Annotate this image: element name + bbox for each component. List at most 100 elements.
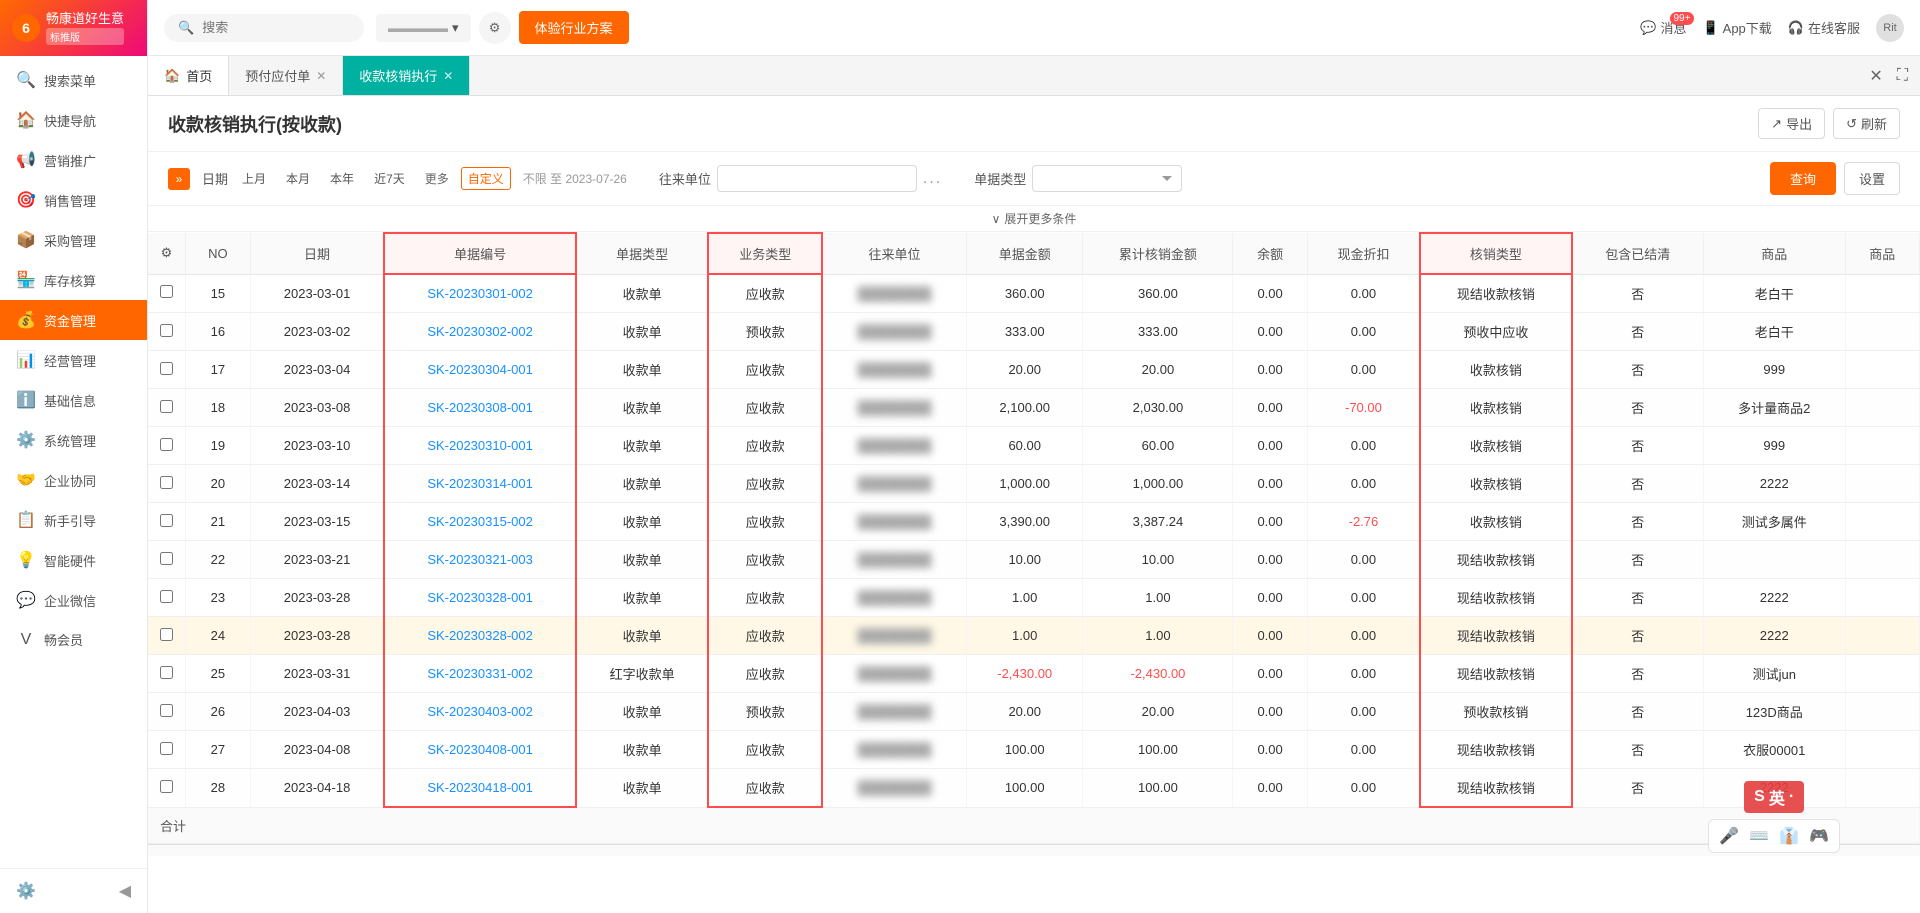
row-checkbox[interactable] xyxy=(160,400,173,413)
cell-checkbox[interactable] xyxy=(148,313,186,351)
doc-no-link[interactable]: SK-20230328-001 xyxy=(427,590,533,605)
export-button[interactable]: ↗ 导出 xyxy=(1758,108,1825,139)
sidebar-item-finance[interactable]: 💰 资金管理 xyxy=(0,300,147,340)
cell-checkbox[interactable] xyxy=(148,274,186,313)
cell-checkbox[interactable] xyxy=(148,503,186,541)
game-icon[interactable]: 🎮 xyxy=(1809,826,1829,846)
doc-no-link[interactable]: SK-20230314-001 xyxy=(427,476,533,491)
doc-no-link[interactable]: SK-20230315-002 xyxy=(427,514,533,529)
doc-no-link[interactable]: SK-20230302-002 xyxy=(427,324,533,339)
industry-btn[interactable]: 体验行业方案 xyxy=(519,11,629,44)
date-custom[interactable]: 自定义 xyxy=(461,167,511,190)
sidebar-item-guide[interactable]: 📋 新手引导 xyxy=(0,500,147,540)
cell-verify-type: 收款核销 xyxy=(1420,465,1571,503)
sidebar-item-sales[interactable]: 🎯 销售管理 xyxy=(0,180,147,220)
filter-settings-button[interactable]: 设置 xyxy=(1844,162,1900,195)
doc-no-link[interactable]: SK-20230321-003 xyxy=(427,552,533,567)
doc-no-link[interactable]: SK-20230308-001 xyxy=(427,400,533,415)
row-checkbox[interactable] xyxy=(160,590,173,603)
sidebar-item-shortcut[interactable]: 🏠 快捷导航 xyxy=(0,100,147,140)
sidebar-item-corp[interactable]: 🤝 企业协同 xyxy=(0,460,147,500)
doc-no-link[interactable]: SK-20230418-001 xyxy=(427,780,533,795)
doc-no-link[interactable]: SK-20230408-001 xyxy=(427,742,533,757)
cell-checkbox[interactable] xyxy=(148,769,186,808)
row-checkbox[interactable] xyxy=(160,780,173,793)
row-checkbox[interactable] xyxy=(160,438,173,451)
doc-no-link[interactable]: SK-20230304-001 xyxy=(427,362,533,377)
cell-date: 2023-03-31 xyxy=(250,655,384,693)
doc-no-link[interactable]: SK-20230403-002 xyxy=(427,704,533,719)
scroll-bar-area[interactable] xyxy=(148,844,1920,856)
sidebar-item-member[interactable]: V 畅会员 xyxy=(0,620,147,659)
row-checkbox[interactable] xyxy=(160,514,173,527)
top-search-input[interactable] xyxy=(202,20,322,35)
date-more[interactable]: 更多 xyxy=(417,167,457,190)
sidebar-item-marketing[interactable]: 📢 营销推广 xyxy=(0,140,147,180)
date-this-month[interactable]: 本月 xyxy=(278,167,318,190)
row-checkbox[interactable] xyxy=(160,704,173,717)
tab-prepay[interactable]: 预付应付单 ✕ xyxy=(229,56,343,95)
collapse-icon[interactable]: ◀ xyxy=(119,881,131,901)
col-header-settings[interactable]: ⚙ xyxy=(148,233,186,274)
keyboard-icon[interactable]: ⌨️ xyxy=(1749,826,1769,846)
row-checkbox[interactable] xyxy=(160,476,173,489)
tab-collection[interactable]: 收款核销执行 ✕ xyxy=(343,56,470,95)
message-btn[interactable]: 💬 消息 99+ xyxy=(1640,18,1686,37)
mic-icon[interactable]: 🎤 xyxy=(1719,826,1739,846)
doc-no-link[interactable]: SK-20230301-002 xyxy=(427,286,533,301)
workspace-dropdown[interactable]: ▬▬▬▬▬ ▾ xyxy=(376,14,471,42)
cell-checkbox[interactable] xyxy=(148,579,186,617)
tab-home[interactable]: 🏠 首页 xyxy=(148,56,229,95)
cell-checkbox[interactable] xyxy=(148,465,186,503)
cell-checkbox[interactable] xyxy=(148,541,186,579)
row-checkbox[interactable] xyxy=(160,285,173,298)
row-checkbox[interactable] xyxy=(160,742,173,755)
doc-no-link[interactable]: SK-20230331-002 xyxy=(427,666,533,681)
cell-doc-no: SK-20230331-002 xyxy=(384,655,576,693)
sidebar-item-operation[interactable]: 📊 经营管理 xyxy=(0,340,147,380)
date-this-year[interactable]: 本年 xyxy=(322,167,362,190)
tab-maximize-btn[interactable]: ⛶ xyxy=(1893,63,1912,89)
date-last-month[interactable]: 上月 xyxy=(234,167,274,190)
row-checkbox[interactable] xyxy=(160,666,173,679)
sidebar-item-wechat[interactable]: 💬 企业微信 xyxy=(0,580,147,620)
row-checkbox[interactable] xyxy=(160,362,173,375)
service-btn[interactable]: 🎧 在线客服 xyxy=(1788,18,1860,37)
gear-button[interactable]: ⚙ xyxy=(479,12,511,44)
refresh-button[interactable]: ↺ 刷新 xyxy=(1833,108,1900,139)
sidebar-item-inventory[interactable]: 🏪 库存核算 xyxy=(0,260,147,300)
sidebar-item-system[interactable]: ⚙️ 系统管理 xyxy=(0,420,147,460)
expand-more-btn[interactable]: ∨ 展开更多条件 xyxy=(992,210,1077,227)
sidebar-item-purchase[interactable]: 📦 采购管理 xyxy=(0,220,147,260)
sidebar-item-search[interactable]: 🔍 搜索菜单 xyxy=(0,60,147,100)
cell-checkbox[interactable] xyxy=(148,731,186,769)
cell-checkbox[interactable] xyxy=(148,427,186,465)
date-7days[interactable]: 近7天 xyxy=(366,167,413,190)
settings-icon[interactable]: ⚙️ xyxy=(16,881,36,901)
tab-collection-close[interactable]: ✕ xyxy=(443,69,453,83)
cell-include-settled: 否 xyxy=(1572,274,1704,313)
cell-checkbox[interactable] xyxy=(148,655,186,693)
cell-checkbox[interactable] xyxy=(148,617,186,655)
cell-verify-type: 现结收款核销 xyxy=(1420,769,1571,808)
query-button[interactable]: 查询 xyxy=(1770,162,1836,195)
cell-checkbox[interactable] xyxy=(148,351,186,389)
app-download-btn[interactable]: 📱 App下载 xyxy=(1702,18,1771,37)
partner-input[interactable] xyxy=(717,165,917,192)
cell-checkbox[interactable] xyxy=(148,693,186,731)
tab-close-all-btn[interactable]: ✕ xyxy=(1865,62,1886,90)
filter-expand-btn[interactable]: » xyxy=(168,168,190,190)
shirt-icon[interactable]: 👔 xyxy=(1779,826,1799,846)
row-checkbox[interactable] xyxy=(160,552,173,565)
sidebar-item-hardware[interactable]: 💡 智能硬件 xyxy=(0,540,147,580)
sidebar-item-basic[interactable]: ℹ️ 基础信息 xyxy=(0,380,147,420)
top-bar: 🔍 ▬▬▬▬▬ ▾ ⚙ 体验行业方案 💬 消息 99+ 📱 App下载 🎧 xyxy=(148,0,1920,56)
tab-prepay-close[interactable]: ✕ xyxy=(316,69,326,83)
cell-checkbox[interactable] xyxy=(148,389,186,427)
doc-no-link[interactable]: SK-20230310-001 xyxy=(427,438,533,453)
row-checkbox[interactable] xyxy=(160,628,173,641)
doc-no-link[interactable]: SK-20230328-002 xyxy=(427,628,533,643)
row-checkbox[interactable] xyxy=(160,324,173,337)
user-avatar[interactable]: Rit xyxy=(1876,14,1904,42)
doc-type-select[interactable]: 收款单 红字收款单 xyxy=(1032,165,1182,192)
